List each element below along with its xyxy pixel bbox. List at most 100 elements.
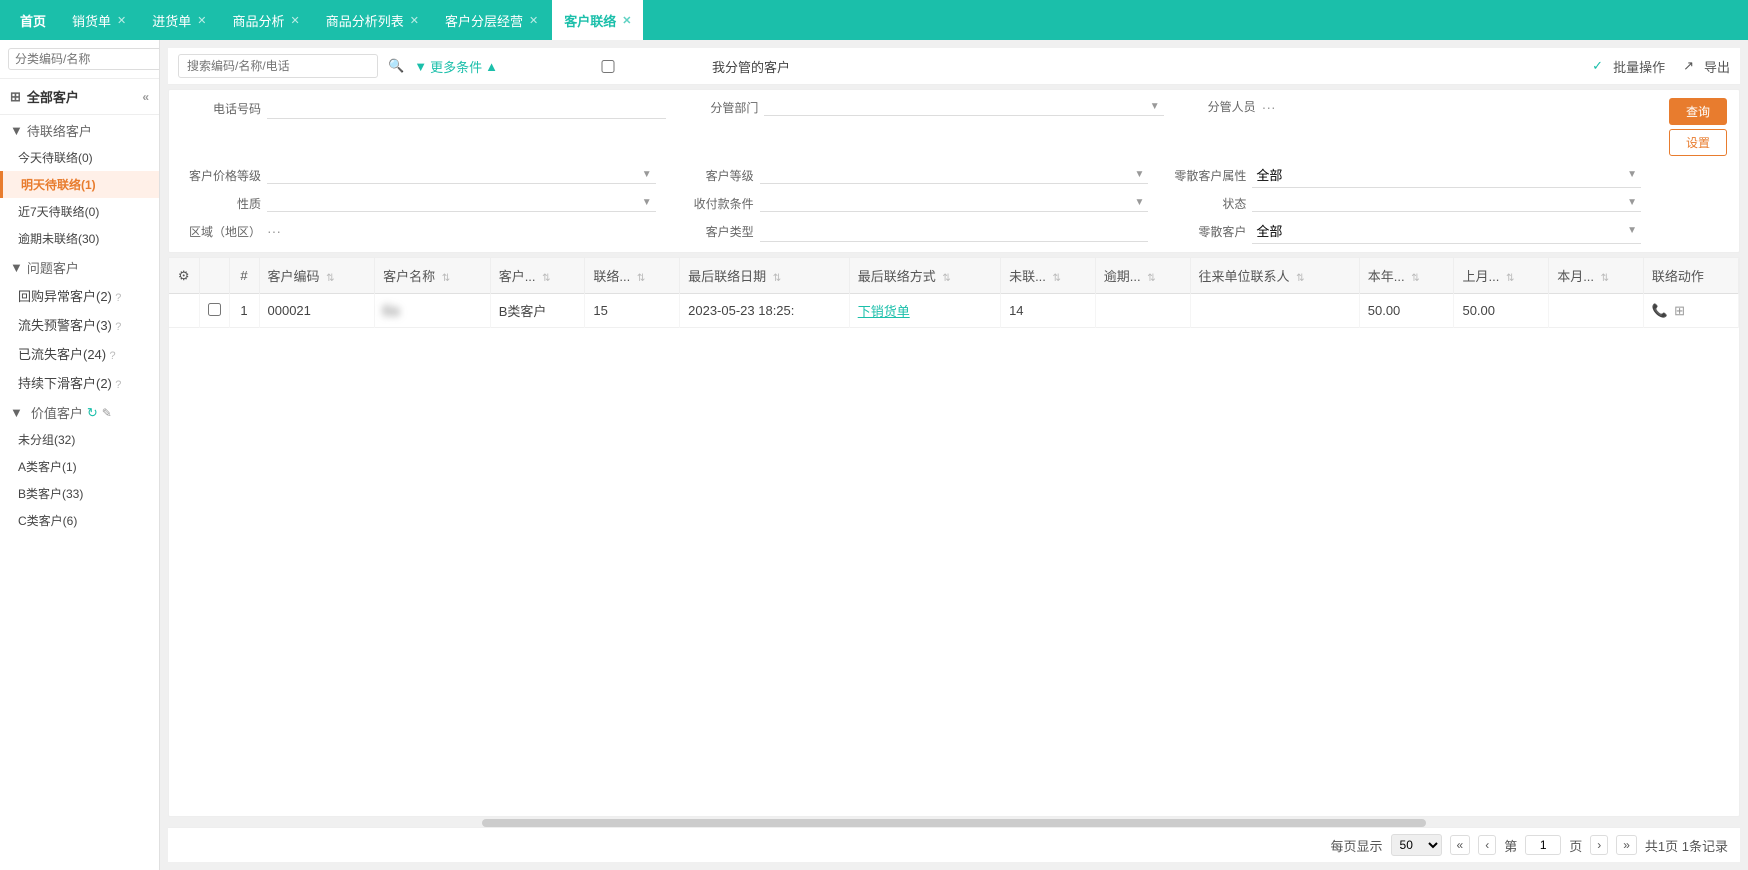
col-this-month[interactable]: 本月... ⇅ <box>1549 258 1644 294</box>
next-page-btn[interactable]: › <box>1590 835 1608 855</box>
main-layout: 🔍 ⊞ 全部客户 « ▼ 待联络客户 今天待联络(0) 明天待联络(1) 近7天… <box>0 40 1748 870</box>
price-level-caret: ▼ <box>642 169 652 180</box>
section-problem-customers: ▼ 问题客户 <box>0 252 159 281</box>
sidebar-item-churn-warning[interactable]: 流失预警客户(3) ? <box>0 310 159 339</box>
sidebar-item-classC[interactable]: C类客户(6) <box>0 507 159 534</box>
last-page-btn[interactable]: » <box>1616 835 1637 855</box>
main-search-input[interactable] <box>178 54 378 78</box>
nav-sales-order[interactable]: 销货单 ✕ <box>60 0 138 40</box>
col-checkbox <box>199 258 229 294</box>
select-payment-terms[interactable]: ▼ <box>760 194 1149 212</box>
last-method-link[interactable]: 下销货单 <box>858 304 910 319</box>
sidebar-item-unclassified[interactable]: 未分组(32) <box>0 426 159 453</box>
col-contact-person[interactable]: 往来单位联系人 ⇅ <box>1190 258 1359 294</box>
my-customer-checkbox[interactable] <box>508 60 708 73</box>
row-gear <box>169 294 199 328</box>
nav-customer-contact[interactable]: 客户联络 ✕ <box>552 0 643 40</box>
close-product-analysis[interactable]: ✕ <box>291 14 300 27</box>
grid-icon: ⊞ <box>10 89 21 105</box>
manager-dots[interactable]: ··· <box>1262 99 1276 115</box>
close-customer-stratification[interactable]: ✕ <box>529 14 538 27</box>
sidebar-item-classA[interactable]: A类客户(1) <box>0 453 159 480</box>
section-arrow-2: ▼ <box>10 260 23 275</box>
sort-name: ⇅ <box>442 273 450 284</box>
close-sales-order[interactable]: ✕ <box>117 14 126 27</box>
col-customer-type[interactable]: 客户... ⇅ <box>490 258 585 294</box>
sidebar-all-customers[interactable]: ⊞ 全部客户 « <box>0 79 159 115</box>
col-overdue[interactable]: 逾期... ⇅ <box>1095 258 1190 294</box>
sort-contact: ⇅ <box>637 273 645 284</box>
col-uncontacted[interactable]: 未联... ⇅ <box>1001 258 1096 294</box>
query-btn[interactable]: 查询 <box>1669 98 1727 125</box>
sidebar-item-overdue[interactable]: 逾期未联络(30) <box>0 225 159 252</box>
first-page-btn[interactable]: « <box>1450 835 1471 855</box>
export-btn[interactable]: 导出 <box>1704 57 1730 76</box>
col-gear[interactable]: ⚙ <box>169 258 199 294</box>
label-nature: 性质 <box>181 195 261 212</box>
sidebar-item-classB[interactable]: B类客户(33) <box>0 480 159 507</box>
horizontal-scrollbar[interactable] <box>168 819 1740 827</box>
sidebar-item-7days[interactable]: 近7天待联络(0) <box>0 198 159 225</box>
select-price-level[interactable]: ▼ <box>267 166 656 184</box>
more-filter-btn[interactable]: ▼ 更多条件 ▲ <box>414 57 498 76</box>
input-customer-type[interactable] <box>760 221 1149 242</box>
nav-customer-stratification[interactable]: 客户分层经营 ✕ <box>433 0 550 40</box>
set-btn[interactable]: 设置 <box>1669 129 1727 156</box>
per-page-select[interactable]: 50 100 200 <box>1391 834 1442 856</box>
row-checkbox-cell[interactable] <box>199 294 229 328</box>
col-last-month[interactable]: 上月... ⇅ <box>1454 258 1549 294</box>
select-nature[interactable]: ▼ <box>267 194 656 212</box>
prev-page-btn[interactable]: ‹ <box>1478 835 1496 855</box>
scrollbar-thumb[interactable] <box>482 819 1425 827</box>
label-phone: 电话号码 <box>181 100 261 117</box>
select-status[interactable]: ▼ <box>1252 194 1641 212</box>
help-icon-2: ? <box>115 321 121 333</box>
row-checkbox[interactable] <box>208 303 221 316</box>
help-icon-4: ? <box>115 379 121 391</box>
row-last-method[interactable]: 下销货单 <box>849 294 1000 328</box>
sidebar-item-today[interactable]: 今天待联络(0) <box>0 144 159 171</box>
sidebar-item-declining[interactable]: 持续下滑客户(2) ? <box>0 368 159 397</box>
input-phone[interactable] <box>267 98 666 119</box>
sidebar-item-repurchase-abnormal[interactable]: 回购异常客户(2) ? <box>0 281 159 310</box>
page-input[interactable] <box>1525 835 1561 855</box>
col-this-year[interactable]: 本年... ⇅ <box>1359 258 1454 294</box>
select-scattered-attr[interactable]: 全部 ▼ <box>1252 162 1641 188</box>
select-dept[interactable]: ▼ <box>764 98 1163 116</box>
nav-purchase-order[interactable]: 进货单 ✕ <box>140 0 218 40</box>
phone-action-icon[interactable]: 📞 <box>1652 303 1668 319</box>
grid-action-icon[interactable]: ⊞ <box>1674 303 1685 319</box>
edit-value-icon[interactable]: ✎ <box>102 406 112 420</box>
label-price-level: 客户价格等级 <box>181 167 261 184</box>
close-product-analysis-list[interactable]: ✕ <box>410 14 419 27</box>
sidebar-item-tomorrow[interactable]: 明天待联络(1) <box>0 171 159 198</box>
row-name[interactable]: Ea <box>375 294 491 328</box>
refresh-icon[interactable]: ↻ <box>87 405 98 421</box>
sidebar-search-input[interactable] <box>8 48 160 70</box>
region-dots[interactable]: ··· <box>267 223 281 239</box>
col-last-date[interactable]: 最后联络日期 ⇅ <box>680 258 850 294</box>
collapse-sidebar-icon[interactable]: « <box>142 90 149 104</box>
col-last-method[interactable]: 最后联络方式 ⇅ <box>849 258 1000 294</box>
nav-home[interactable]: 首页 <box>8 0 58 40</box>
close-purchase-order[interactable]: ✕ <box>197 14 206 27</box>
nav-product-analysis[interactable]: 商品分析 ✕ <box>220 0 311 40</box>
row-code[interactable]: 000021 <box>259 294 375 328</box>
sort-last-date: ⇅ <box>773 273 781 284</box>
label-dept: 分管部门 <box>678 99 758 116</box>
scattered-caret: ▼ <box>1627 225 1637 236</box>
nav-product-analysis-list[interactable]: 商品分析列表 ✕ <box>314 0 431 40</box>
scattered-attr-caret: ▼ <box>1627 169 1637 180</box>
page-label: 第 <box>1504 836 1517 855</box>
col-contact-count[interactable]: 联络... ⇅ <box>585 258 680 294</box>
sidebar-item-churned[interactable]: 已流失客户(24) ? <box>0 339 159 368</box>
main-search-icon[interactable]: 🔍 <box>388 58 404 74</box>
col-customer-name[interactable]: 客户名称 ⇅ <box>375 258 491 294</box>
bulk-ops-btn[interactable]: 批量操作 <box>1613 57 1665 76</box>
row-this-month <box>1549 294 1644 328</box>
select-scattered[interactable]: 全部 ▼ <box>1252 218 1641 244</box>
select-customer-level[interactable]: ▼ <box>760 166 1149 184</box>
my-customer-checkbox-container[interactable]: 我分管的客户 <box>508 57 790 76</box>
col-customer-code[interactable]: 客户编码 ⇅ <box>259 258 375 294</box>
close-customer-contact[interactable]: ✕ <box>622 14 631 27</box>
